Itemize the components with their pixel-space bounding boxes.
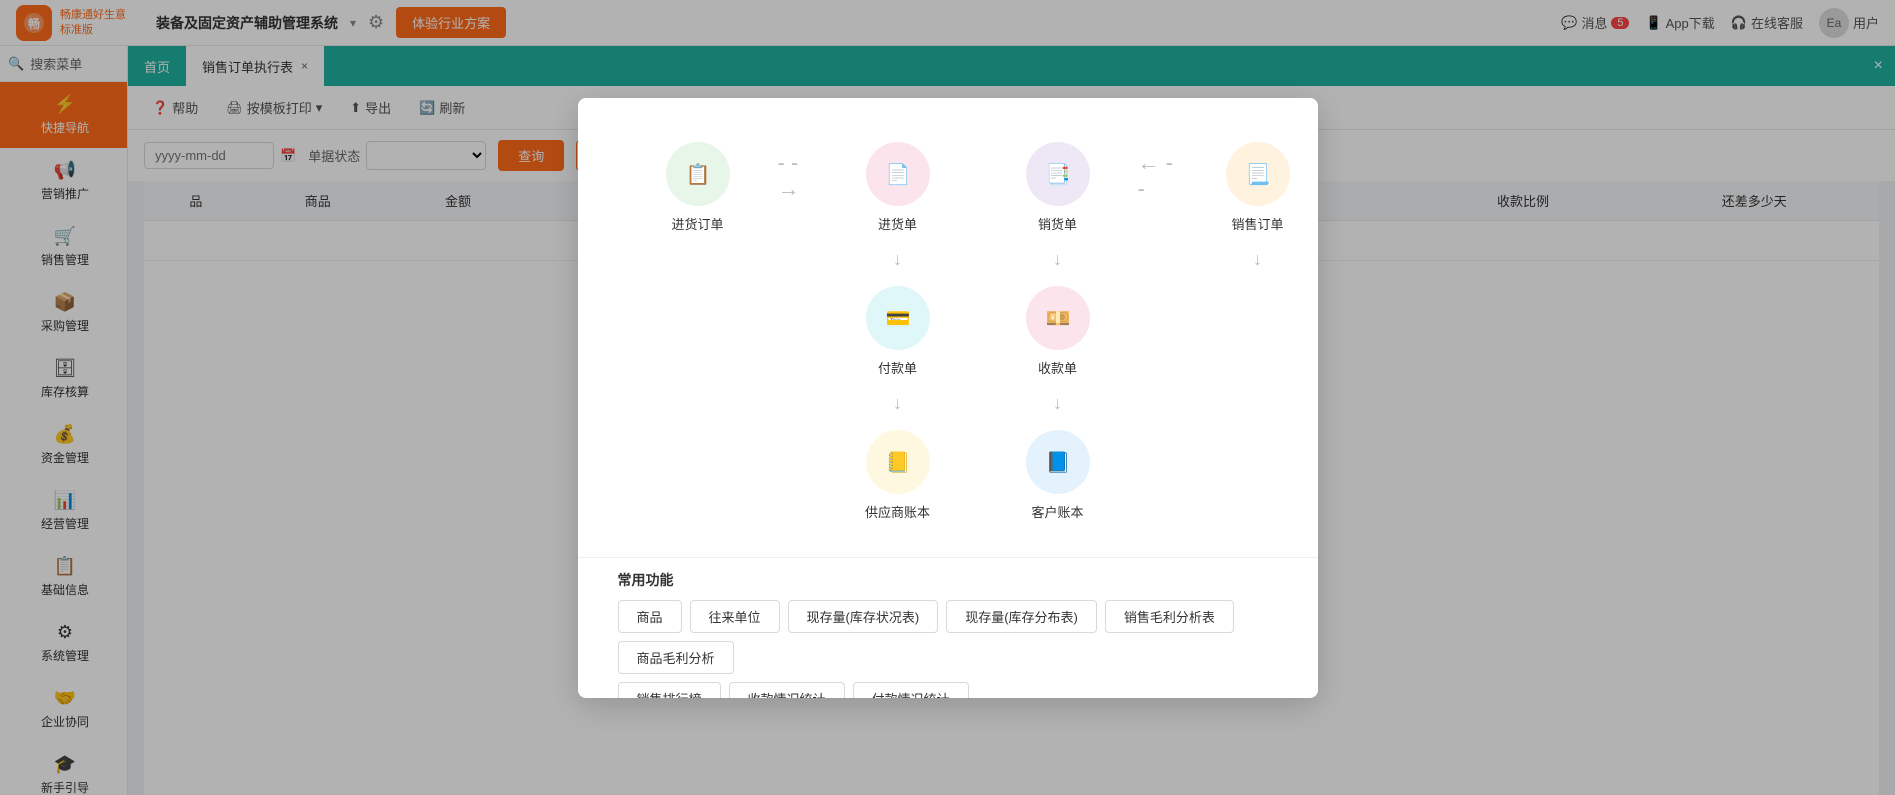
- common-btn-party[interactable]: 往来单位: [690, 600, 780, 633]
- svg-text:📋: 📋: [685, 162, 710, 186]
- arrow-down-sales-order: ↓: [1178, 245, 1318, 274]
- common-btn-sales-profit[interactable]: 销售毛利分析表: [1105, 600, 1234, 633]
- svg-text:💳: 💳: [885, 308, 910, 330]
- customer-ledger-icon: 📘: [1026, 430, 1090, 494]
- svg-text:📑: 📑: [1045, 162, 1070, 186]
- svg-text:📄: 📄: [885, 162, 910, 186]
- sales-order-icon: 📃: [1226, 142, 1290, 206]
- common-functions-section: 常用功能 商品 往来单位 现存量(库存状况表) 现存量(库存分布表) 销售毛利分…: [578, 557, 1318, 698]
- common-btn-inventory-status[interactable]: 现存量(库存状况表): [788, 600, 939, 633]
- svg-text:📃: 📃: [1245, 162, 1270, 186]
- flow-node-purchase-bill[interactable]: 📄 进货单: [818, 130, 978, 245]
- common-btn-sales-rank[interactable]: 销售排行榜: [618, 682, 721, 698]
- flow-node-payment-bill[interactable]: 💳 付款单: [818, 274, 978, 389]
- modal-overlay[interactable]: 📋 进货订单 - - → 📄 进货单 📑 销货单: [0, 0, 1895, 795]
- flow-node-receipt-bill[interactable]: 💴 收款单: [978, 274, 1138, 389]
- svg-text:📒: 📒: [885, 451, 910, 474]
- svg-text:📘: 📘: [1045, 451, 1070, 474]
- common-btn-receipt-stats[interactable]: 收款情况统计: [729, 682, 845, 698]
- common-btn-payment-stats[interactable]: 付款情况统计: [853, 682, 969, 698]
- supplier-ledger-icon: 📒: [866, 430, 930, 494]
- arrow-down-sales: ↓: [978, 245, 1138, 274]
- common-buttons-row: 商品 往来单位 现存量(库存状况表) 现存量(库存分布表) 销售毛利分析表 商品…: [618, 600, 1278, 674]
- arrow-down-receipt: ↓: [978, 389, 1138, 418]
- flow-node-sales-order[interactable]: 📃 销售订单: [1178, 130, 1318, 245]
- flow-diagram: 📋 进货订单 - - → 📄 进货单 📑 销货单: [618, 130, 1278, 533]
- arrow-down-purchase: ↓: [818, 245, 978, 274]
- flow-node-sales-bill[interactable]: 📑 销货单: [978, 130, 1138, 245]
- common-btn-product-profit[interactable]: 商品毛利分析: [618, 641, 734, 674]
- arrow-right-1: - - →: [778, 150, 818, 224]
- common-title: 常用功能: [618, 558, 1278, 600]
- flow-node-customer-ledger[interactable]: 📘 客户账本: [978, 418, 1138, 533]
- flow-node-supplier-ledger[interactable]: 📒 供应商账本: [818, 418, 978, 533]
- payment-bill-icon: 💳: [866, 286, 930, 350]
- modal-flow-section: 📋 进货订单 - - → 📄 进货单 📑 销货单: [578, 98, 1318, 557]
- common-btn-product[interactable]: 商品: [618, 600, 682, 633]
- flow-node-purchase-order[interactable]: 📋 进货订单: [618, 130, 778, 245]
- sales-bill-icon: 📑: [1026, 142, 1090, 206]
- purchase-order-icon: 📋: [666, 142, 730, 206]
- common-buttons-row2: 销售排行榜 收款情况统计 付款情况统计: [618, 682, 1278, 698]
- flow-modal: 📋 进货订单 - - → 📄 进货单 📑 销货单: [578, 98, 1318, 698]
- common-btn-inventory-dist[interactable]: 现存量(库存分布表): [946, 600, 1097, 633]
- receipt-bill-icon: 💴: [1026, 286, 1090, 350]
- svg-text:💴: 💴: [1045, 308, 1070, 330]
- arrow-down-payment: ↓: [818, 389, 978, 418]
- arrow-left-1: ← - -: [1138, 150, 1178, 224]
- purchase-bill-icon: 📄: [866, 142, 930, 206]
